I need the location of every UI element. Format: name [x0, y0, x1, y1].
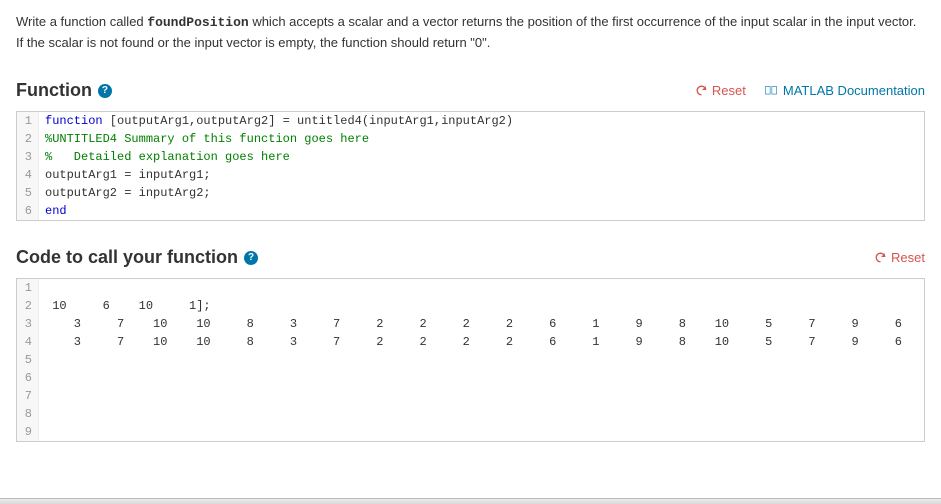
code-text[interactable]: 3 7 10 10 8 3 7 2 2 2 2 6 1 9 8 10 5 7 9… [39, 333, 924, 351]
code-text[interactable] [39, 387, 45, 405]
help-icon[interactable]: ? [98, 84, 112, 98]
instr-prefix: Write a function called [16, 14, 147, 29]
function-code-editor[interactable]: 1function [outputArg1,outputArg2] = unti… [16, 111, 925, 221]
call-title: Code to call your function [16, 247, 238, 268]
reset-icon [695, 84, 708, 97]
code-line[interactable]: 2 10 6 10 1]; [17, 297, 924, 315]
line-number: 4 [17, 333, 39, 351]
code-text[interactable]: outputArg1 = inputArg1; [39, 166, 211, 184]
line-number: 6 [17, 202, 39, 220]
call-code-editor[interactable]: 12 10 6 10 1];3 3 7 10 10 8 3 7 2 2 2 2 … [16, 278, 925, 442]
code-text[interactable] [39, 405, 45, 423]
code-line[interactable]: 4 3 7 10 10 8 3 7 2 2 2 2 6 1 9 8 10 5 7… [17, 333, 924, 351]
line-number: 4 [17, 166, 39, 184]
code-text[interactable] [39, 369, 45, 387]
code-line[interactable]: 2%UNTITLED4 Summary of this function goe… [17, 130, 924, 148]
reset-label: Reset [712, 83, 746, 98]
line-number: 7 [17, 387, 39, 405]
window-bottom-bar [0, 498, 941, 504]
code-text[interactable]: %UNTITLED4 Summary of this function goes… [39, 130, 369, 148]
code-text[interactable] [39, 351, 45, 369]
line-number: 2 [17, 130, 39, 148]
line-number: 5 [17, 184, 39, 202]
code-line[interactable]: 4outputArg1 = inputArg1; [17, 166, 924, 184]
line-number: 1 [17, 279, 39, 297]
code-text[interactable]: function [outputArg1,outputArg2] = untit… [39, 112, 513, 130]
line-number: 3 [17, 148, 39, 166]
code-text[interactable]: outputArg2 = inputArg2; [39, 184, 211, 202]
line-number: 1 [17, 112, 39, 130]
matlab-doc-link[interactable]: MATLAB Documentation [764, 83, 925, 98]
line-number: 3 [17, 315, 39, 333]
code-text[interactable] [39, 279, 45, 297]
doc-label: MATLAB Documentation [783, 83, 925, 98]
code-text[interactable]: 3 7 10 10 8 3 7 2 2 2 2 6 1 9 8 10 5 7 9… [39, 315, 924, 333]
book-icon [764, 85, 778, 97]
code-line[interactable]: 5outputArg2 = inputArg2; [17, 184, 924, 202]
code-line[interactable]: 3 3 7 10 10 8 3 7 2 2 2 2 6 1 9 8 10 5 7… [17, 315, 924, 333]
problem-statement: Write a function called foundPosition wh… [16, 12, 925, 52]
code-line[interactable]: 7 [17, 387, 924, 405]
line-number: 9 [17, 423, 39, 441]
instr-funcname: foundPosition [147, 15, 248, 30]
code-line[interactable]: 9 [17, 423, 924, 441]
reset-button[interactable]: Reset [695, 83, 746, 98]
reset-button[interactable]: Reset [874, 250, 925, 265]
code-line[interactable]: 6 [17, 369, 924, 387]
line-number: 6 [17, 369, 39, 387]
code-text[interactable]: 10 6 10 1]; [39, 297, 211, 315]
code-line[interactable]: 1function [outputArg1,outputArg2] = unti… [17, 112, 924, 130]
code-text[interactable]: % Detailed explanation goes here [39, 148, 290, 166]
code-line[interactable]: 6end [17, 202, 924, 220]
reset-label: Reset [891, 250, 925, 265]
code-line[interactable]: 1 [17, 279, 924, 297]
code-line[interactable]: 8 [17, 405, 924, 423]
function-section-header: Function ? Reset MATLAB Documentation [16, 80, 925, 101]
code-text[interactable]: end [39, 202, 67, 220]
code-line[interactable]: 3% Detailed explanation goes here [17, 148, 924, 166]
code-line[interactable]: 5 [17, 351, 924, 369]
line-number: 5 [17, 351, 39, 369]
help-icon[interactable]: ? [244, 251, 258, 265]
code-text[interactable] [39, 423, 45, 441]
call-section-header: Code to call your function ? Reset [16, 247, 925, 268]
line-number: 8 [17, 405, 39, 423]
line-number: 2 [17, 297, 39, 315]
reset-icon [874, 251, 887, 264]
function-title: Function [16, 80, 92, 101]
